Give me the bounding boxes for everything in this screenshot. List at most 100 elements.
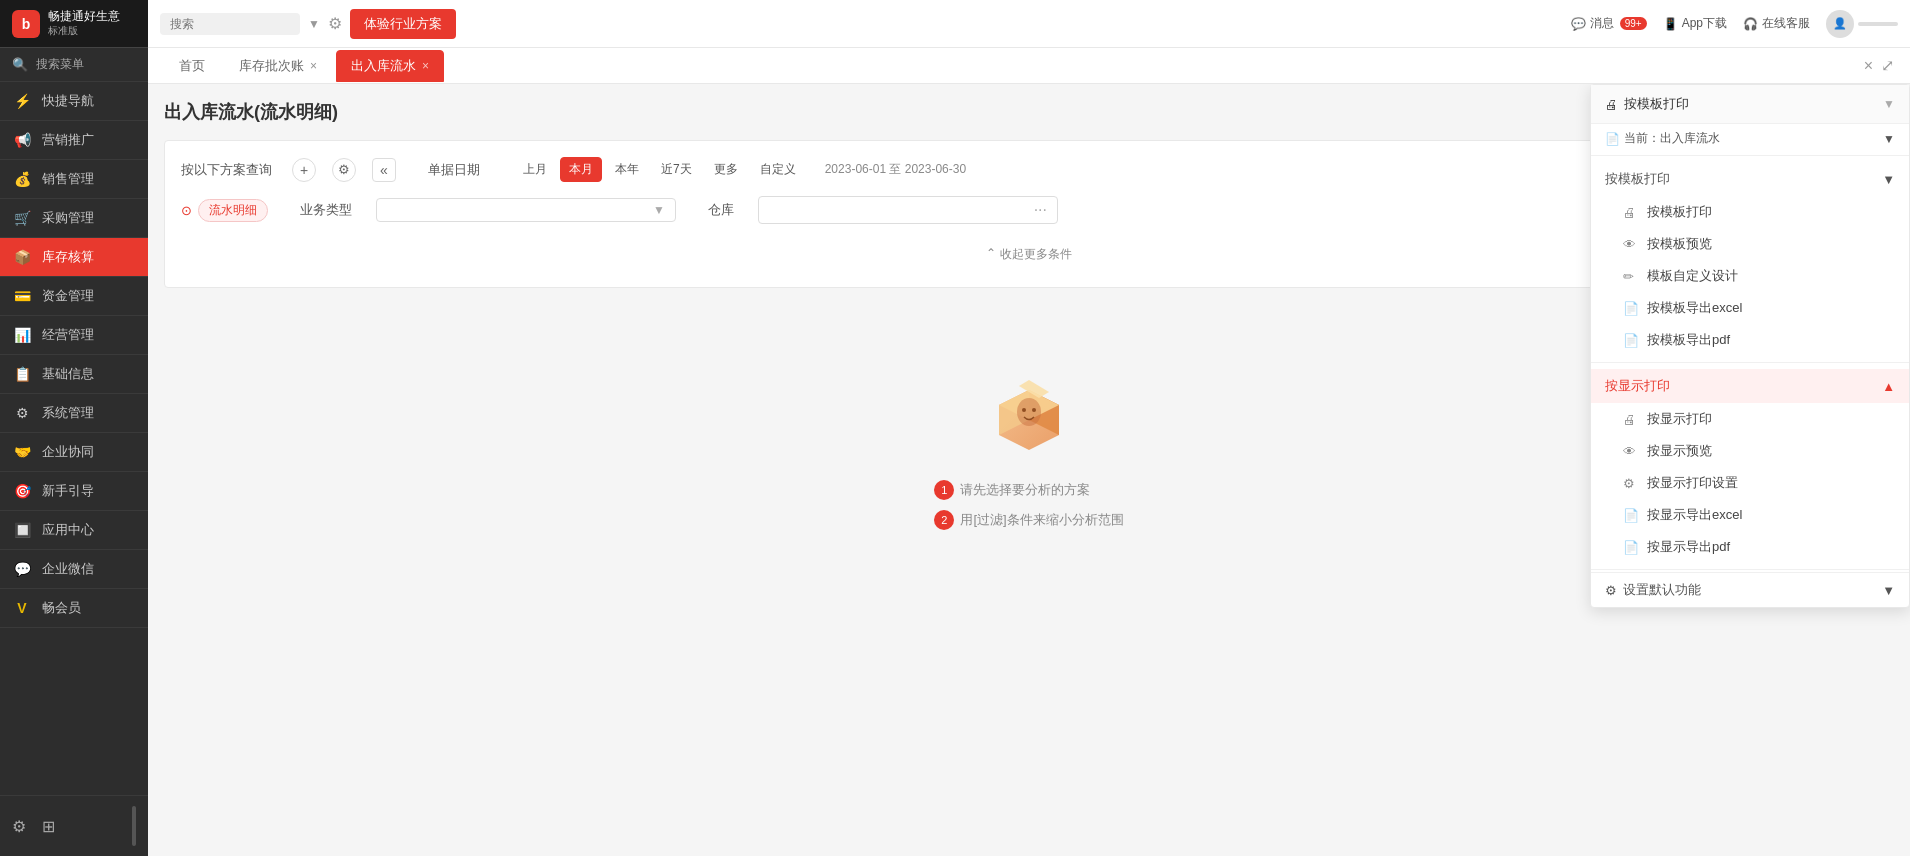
template-section-chevron: ▼ xyxy=(1882,172,1895,187)
dropdown-header-chevron[interactable]: ▼ xyxy=(1883,97,1895,111)
sidebar-scrollbar[interactable] xyxy=(132,806,136,846)
dropdown-item-template-design[interactable]: ✏ 模板自定义设计 xyxy=(1591,260,1909,292)
sidebar-item-vip[interactable]: V 畅会员 xyxy=(0,589,148,628)
tab-inventory-batch[interactable]: 库存批次账 × xyxy=(224,50,332,82)
topbar-gear-icon[interactable]: ⚙ xyxy=(328,14,342,33)
dropdown-item-template-preview[interactable]: 👁 按模板预览 xyxy=(1591,228,1909,260)
dropdown-item-display-settings[interactable]: ⚙ 按显示打印设置 xyxy=(1591,467,1909,499)
set-default-label: 设置默认功能 xyxy=(1623,581,1701,599)
svg-point-7 xyxy=(1032,408,1036,412)
sidebar-item-wechat[interactable]: 💬 企业微信 xyxy=(0,550,148,589)
dropdown-title: 🖨 按模板打印 xyxy=(1605,95,1689,113)
date-range-display: 2023-06-01 至 2023-06-30 xyxy=(825,161,966,178)
business-type-select[interactable]: ▼ xyxy=(376,198,676,222)
sidebar-item-appstore[interactable]: 🔲 应用中心 xyxy=(0,511,148,550)
tab-stock-flow[interactable]: 出入库流水 × xyxy=(336,50,444,82)
item-display-excel-icon: 📄 xyxy=(1623,508,1639,523)
phone-icon: 📱 xyxy=(1663,17,1678,31)
tip-num-2: 2 xyxy=(934,510,954,530)
sidebar-item-marketing[interactable]: 📢 营销推广 xyxy=(0,121,148,160)
filter-add-button[interactable]: + xyxy=(292,158,316,182)
sidebar-logo: b 畅捷通好生意 标准版 xyxy=(0,0,148,48)
avatar: 👤 xyxy=(1826,10,1854,38)
date-option-7days[interactable]: 近7天 xyxy=(652,157,701,182)
tab-stock-flow-close[interactable]: × xyxy=(422,59,429,73)
empty-illustration xyxy=(979,360,1079,460)
date-option-last-month[interactable]: 上月 xyxy=(514,157,556,182)
empty-tips: 1 请先选择要分析的方案 2 用[过滤]条件来缩小分析范围 xyxy=(934,480,1123,530)
sidebar-item-label: 采购管理 xyxy=(42,209,94,227)
date-option-custom[interactable]: 自定义 xyxy=(751,157,805,182)
dropdown-item-display-preview[interactable]: 👁 按显示预览 xyxy=(1591,435,1909,467)
sidebar-item-basics[interactable]: 📋 基础信息 xyxy=(0,355,148,394)
dropdown-item-display-print[interactable]: 🖨 按显示打印 xyxy=(1591,403,1909,435)
date-option-this-month[interactable]: 本月 xyxy=(560,157,602,182)
tab-maximize-button[interactable]: ⤢ xyxy=(1881,56,1894,75)
divider-1 xyxy=(1591,155,1909,156)
message-label: 消息 xyxy=(1590,15,1614,32)
warehouse-more-icon[interactable]: ··· xyxy=(1034,201,1047,219)
item-design-icon: ✏ xyxy=(1623,269,1639,284)
filter-tag-liushui[interactable]: 流水明细 xyxy=(198,199,268,222)
sidebar-item-system[interactable]: ⚙ 系统管理 xyxy=(0,394,148,433)
warehouse-select[interactable]: ··· xyxy=(758,196,1058,224)
message-badge: 99+ xyxy=(1620,17,1647,30)
search-icon: 🔍 xyxy=(12,57,28,72)
tab-close-all-button[interactable]: × xyxy=(1864,56,1873,75)
quick-nav-icon: ⚡ xyxy=(12,93,32,109)
collapse-up-icon: ⌃ xyxy=(986,246,996,263)
warehouse-label: 仓库 xyxy=(708,201,734,219)
message-item[interactable]: 💬 消息 99+ xyxy=(1571,15,1647,32)
sidebar-item-cooperation[interactable]: 🤝 企业协同 xyxy=(0,433,148,472)
dropdown-item-display-excel[interactable]: 📄 按显示导出excel xyxy=(1591,499,1909,531)
dropdown-header: 🖨 按模板打印 ▼ xyxy=(1591,85,1909,124)
sidebar-item-quick-nav[interactable]: ⚡ 快捷导航 xyxy=(0,82,148,121)
display-section-chevron: ▲ xyxy=(1882,379,1895,394)
divider-3 xyxy=(1591,569,1909,570)
template-print-section: 按模板打印 ▼ 🖨 按模板打印 👁 按模板预览 ✏ 模板自定义设计 📄 xyxy=(1591,158,1909,360)
current-chevron: ▼ xyxy=(1883,132,1895,146)
tabs-right: × ⤢ xyxy=(1864,56,1894,75)
item-label: 按显示预览 xyxy=(1647,442,1712,460)
dropdown-item-template-print[interactable]: 🖨 按模板打印 xyxy=(1591,196,1909,228)
service-icon: 🎧 xyxy=(1743,17,1758,31)
tab-home-label: 首页 xyxy=(179,57,205,75)
svg-point-5 xyxy=(1017,398,1041,426)
sidebar-item-label: 经营管理 xyxy=(42,326,94,344)
user-profile[interactable]: 👤 xyxy=(1826,10,1898,38)
sidebar-item-label: 新手引导 xyxy=(42,482,94,500)
topbar-search-input[interactable] xyxy=(160,13,300,35)
username-label xyxy=(1858,22,1898,26)
topbar-search-chevron[interactable]: ▼ xyxy=(308,17,320,31)
sidebar-search[interactable]: 🔍 搜索菜单 xyxy=(0,48,148,82)
display-print-header[interactable]: 按显示打印 ▲ xyxy=(1591,369,1909,403)
sidebar-item-operation[interactable]: 📊 经营管理 xyxy=(0,316,148,355)
collapse-icon[interactable]: ⊞ xyxy=(42,817,55,836)
sidebar-item-purchase[interactable]: 🛒 采购管理 xyxy=(0,199,148,238)
dropdown-footer[interactable]: ⚙ 设置默认功能 ▼ xyxy=(1591,572,1909,607)
sidebar-item-guide[interactable]: 🎯 新手引导 xyxy=(0,472,148,511)
dropdown-item-template-excel[interactable]: 📄 按模板导出excel xyxy=(1591,292,1909,324)
template-print-header[interactable]: 按模板打印 ▼ xyxy=(1591,162,1909,196)
date-option-this-year[interactable]: 本年 xyxy=(606,157,648,182)
tab-inventory-batch-close[interactable]: × xyxy=(310,59,317,73)
item-display-settings-icon: ⚙ xyxy=(1623,476,1639,491)
dropdown-item-template-pdf[interactable]: 📄 按模板导出pdf xyxy=(1591,324,1909,356)
sidebar-item-sales[interactable]: 💰 销售管理 xyxy=(0,160,148,199)
app-download-item[interactable]: 📱 App下载 xyxy=(1663,15,1727,32)
purchase-icon: 🛒 xyxy=(12,210,32,226)
sidebar-item-inventory[interactable]: 📦 库存核算 xyxy=(0,238,148,277)
filter-gear-button[interactable]: ⚙ xyxy=(332,158,356,182)
empty-tip-2: 2 用[过滤]条件来缩小分析范围 xyxy=(934,510,1123,530)
sidebar-item-finance[interactable]: 💳 资金管理 xyxy=(0,277,148,316)
settings-icon[interactable]: ⚙ xyxy=(12,817,26,836)
tip-text-1: 请先选择要分析的方案 xyxy=(960,481,1090,499)
set-default-item[interactable]: ⚙ 设置默认功能 xyxy=(1605,581,1701,599)
dropdown-item-display-pdf[interactable]: 📄 按显示导出pdf xyxy=(1591,531,1909,563)
online-service-item[interactable]: 🎧 在线客服 xyxy=(1743,15,1810,32)
tab-home[interactable]: 首页 xyxy=(164,50,220,82)
solution-button[interactable]: 体验行业方案 xyxy=(350,9,456,39)
guide-icon: 🎯 xyxy=(12,483,32,499)
date-option-more[interactable]: 更多 xyxy=(705,157,747,182)
filter-collapse-button[interactable]: « xyxy=(372,158,396,182)
